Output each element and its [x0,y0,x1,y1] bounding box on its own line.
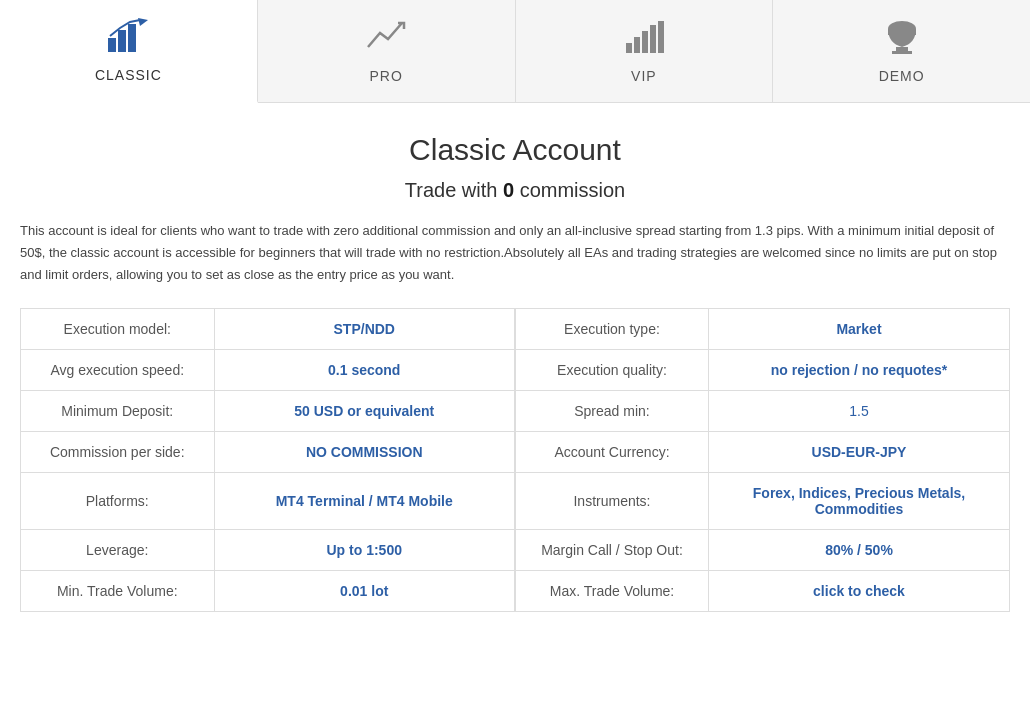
right-value: USD-EUR-JPY [708,432,1009,473]
svg-rect-4 [626,43,632,53]
left-value: MT4 Terminal / MT4 Mobile [214,473,515,530]
svg-rect-8 [658,21,664,53]
left-value: NO COMMISSION [214,432,515,473]
commission-suffix: commission [514,179,625,201]
left-label: Execution model: [21,309,215,350]
left-label: Avg execution speed: [21,350,215,391]
tab-classic-label: CLASSIC [95,67,162,83]
tab-classic[interactable]: CLASSIC [0,0,258,103]
commission-prefix: Trade with [405,179,503,201]
tab-demo-label: DEMO [879,68,925,84]
right-label: Execution quality: [515,350,709,391]
right-value: Market [708,309,1009,350]
demo-icon [882,19,922,62]
commission-line: Trade with 0 commission [20,179,1010,202]
tab-vip[interactable]: VIP [516,0,774,102]
svg-rect-5 [634,37,640,53]
left-label: Platforms: [21,473,215,530]
table-row: Minimum Deposit:50 USD or equivalentSpre… [21,391,1010,432]
left-label: Minimum Deposit: [21,391,215,432]
account-title: Classic Account [20,133,1010,167]
right-value[interactable]: click to check [708,571,1009,612]
svg-rect-7 [650,25,656,53]
tab-pro-label: PRO [369,68,402,84]
svg-rect-11 [896,47,908,51]
right-label: Max. Trade Volume: [515,571,709,612]
right-value: Forex, Indices, Precious Metals, Commodi… [708,473,1009,530]
left-label: Leverage: [21,530,215,571]
table-row: Min. Trade Volume:0.01 lotMax. Trade Vol… [21,571,1010,612]
right-label: Spread min: [515,391,709,432]
svg-rect-6 [642,31,648,53]
right-value: 1.5 [708,391,1009,432]
classic-icon [108,18,148,61]
table-row: Execution model:STP/NDDExecution type:Ma… [21,309,1010,350]
right-value: no rejection / no requotes* [708,350,1009,391]
tab-vip-label: VIP [631,68,657,84]
right-label: Instruments: [515,473,709,530]
right-label: Account Currency: [515,432,709,473]
right-label: Margin Call / Stop Out: [515,530,709,571]
main-content: Classic Account Trade with 0 commission … [0,103,1030,632]
left-value: 50 USD or equivalent [214,391,515,432]
svg-rect-2 [128,24,136,52]
svg-rect-1 [118,30,126,52]
table-row: Commission per side:NO COMMISSIONAccount… [21,432,1010,473]
left-value: STP/NDD [214,309,515,350]
right-label: Execution type: [515,309,709,350]
table-row: Avg execution speed:0.1 secondExecution … [21,350,1010,391]
pro-icon [366,19,406,62]
svg-rect-12 [892,51,912,54]
tab-pro[interactable]: PRO [258,0,516,102]
left-value: 0.1 second [214,350,515,391]
right-value: 80% / 50% [708,530,1009,571]
left-label: Min. Trade Volume: [21,571,215,612]
account-details-table: Execution model:STP/NDDExecution type:Ma… [20,308,1010,612]
left-label: Commission per side: [21,432,215,473]
svg-marker-3 [138,18,148,26]
account-type-tabs: CLASSIC PRO VIP [0,0,1030,103]
svg-rect-0 [108,38,116,52]
commission-value: 0 [503,179,514,201]
left-value: Up to 1:500 [214,530,515,571]
account-description: This account is ideal for clients who wa… [20,220,1010,286]
table-row: Platforms:MT4 Terminal / MT4 MobileInstr… [21,473,1010,530]
tab-demo[interactable]: DEMO [773,0,1030,102]
left-value: 0.01 lot [214,571,515,612]
vip-icon [624,19,664,62]
table-row: Leverage:Up to 1:500Margin Call / Stop O… [21,530,1010,571]
